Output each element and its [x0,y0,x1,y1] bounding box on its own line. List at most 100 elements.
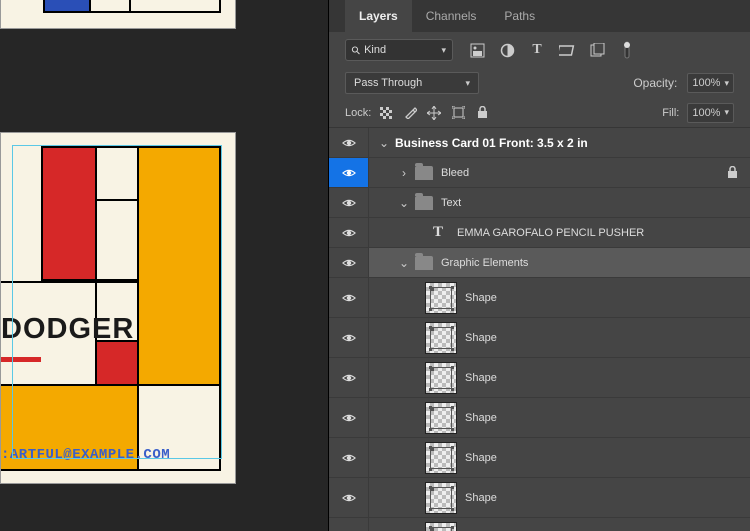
layer-row-type[interactable]: T EMMA GAROFALO PENCIL PUSHER [329,218,750,248]
layer-thumbnail[interactable] [425,322,457,354]
blend-row: Pass Through ▾ Opacity: 100% ▾ [329,68,750,98]
shape-rect [91,0,131,13]
layer-thumbnail[interactable] [425,482,457,514]
layer-name[interactable]: Shape [465,332,497,344]
layers-panel: Layers Channels Paths ⚲ Kind ▾ T [328,0,750,531]
lock-position-icon[interactable] [427,106,441,120]
chevron-down-icon: ▾ [724,78,729,89]
fill-value: 100% [692,107,720,119]
layer-filter-bar: ⚲ Kind ▾ T [329,32,750,68]
layer-row-shape[interactable]: Shape [329,398,750,438]
layer-name[interactable]: EMMA GAROFALO PENCIL PUSHER [457,227,644,239]
layer-thumbnail[interactable] [425,362,457,394]
layer-row-shape[interactable]: Shape [329,438,750,478]
filter-kind-dropdown[interactable]: ⚲ Kind ▾ [345,39,453,61]
chevron-down-icon: ▾ [465,78,470,89]
shape-rect [41,146,97,281]
visibility-toggle[interactable] [329,128,369,157]
expand-toggle[interactable]: › [397,166,411,180]
card-title-text[interactable]: DODGER [1,313,134,346]
chevron-down-icon: ▾ [441,45,446,56]
artboard-card-2[interactable]: DODGER :ARTFUL@EXAMPLE.COM [0,132,236,484]
filter-adjustment-icon[interactable] [499,42,515,58]
visibility-toggle[interactable] [329,248,369,277]
card-email-text[interactable]: :ARTFUL@EXAMPLE.COM [1,447,170,463]
filter-shape-icon[interactable] [559,42,575,58]
blend-mode-value: Pass Through [354,77,422,89]
panel-tabs: Layers Channels Paths [329,0,750,32]
lock-icon[interactable] [727,166,738,179]
collapse-toggle[interactable]: ⌄ [377,136,391,150]
filter-smartobject-icon[interactable] [589,42,605,58]
shape-rect [97,342,139,386]
layer-row-text-group[interactable]: ⌄ Text [329,188,750,218]
title-underline [1,357,41,362]
layer-name[interactable]: Shape [465,292,497,304]
layer-row-shape[interactable]: Shape [329,318,750,358]
layer-name[interactable]: Shape [465,452,497,464]
visibility-toggle[interactable] [329,438,369,477]
folder-icon [415,166,433,180]
artboard-card-1[interactable] [0,0,236,29]
shape-rect [97,146,139,201]
fill-input[interactable]: 100% ▾ [687,103,734,123]
visibility-toggle[interactable] [329,318,369,357]
layer-name[interactable]: Text [441,197,461,209]
layer-name[interactable]: Bleed [441,167,469,179]
folder-icon [415,256,433,270]
layer-row-shape[interactable]: Shape [329,358,750,398]
layer-tree: ⌄ Business Card 01 Front: 3.5 x 2 in › B… [329,128,750,531]
fill-label: Fill: [662,107,679,119]
layer-name[interactable]: Graphic Elements [441,257,528,269]
search-icon: ⚲ [349,43,364,58]
visibility-toggle[interactable] [329,398,369,437]
layer-thumbnail[interactable] [425,442,457,474]
tab-layers[interactable]: Layers [345,0,412,32]
visibility-toggle[interactable] [329,518,369,531]
layer-row-shape[interactable]: Shape [329,278,750,318]
layer-row-graphic-group[interactable]: ⌄ Graphic Elements [329,248,750,278]
lock-transparency-icon[interactable] [379,106,393,120]
shape-rect [139,146,221,386]
lock-artboard-icon[interactable] [451,106,465,120]
layer-row-bleed[interactable]: › Bleed [329,158,750,188]
filter-toggle-switch[interactable] [619,42,635,58]
lock-row: Lock: Fill: 100% ▾ [329,98,750,128]
shape-rect [97,201,139,281]
layer-row-shape[interactable]: Shape [329,478,750,518]
collapse-toggle[interactable]: ⌄ [397,196,411,210]
layer-thumbnail[interactable] [425,522,457,531]
tab-paths[interactable]: Paths [490,0,549,32]
collapse-toggle[interactable]: ⌄ [397,256,411,270]
shape-rect [131,0,221,13]
visibility-toggle[interactable] [329,218,369,247]
opacity-value: 100% [692,77,720,89]
blend-mode-dropdown[interactable]: Pass Through ▾ [345,72,479,94]
layer-name[interactable]: Shape [465,372,497,384]
visibility-toggle[interactable] [329,278,369,317]
lock-label: Lock: [345,107,371,119]
canvas-area[interactable]: DODGER :ARTFUL@EXAMPLE.COM [0,0,328,531]
opacity-label: Opacity: [633,76,677,90]
layer-name[interactable]: Shape [465,492,497,504]
layer-thumbnail[interactable] [425,402,457,434]
filter-type-icon[interactable]: T [529,42,545,58]
artboard-header-row[interactable]: ⌄ Business Card 01 Front: 3.5 x 2 in [329,128,750,158]
folder-icon [415,196,433,210]
layer-row-shape[interactable]: Shape [329,518,750,531]
filter-pixel-icon[interactable] [469,42,485,58]
lock-all-icon[interactable] [475,106,489,120]
tab-channels[interactable]: Channels [412,0,491,32]
layer-thumbnail[interactable] [425,282,457,314]
visibility-toggle[interactable] [329,358,369,397]
visibility-toggle[interactable] [329,188,369,217]
lock-pixels-icon[interactable] [403,106,417,120]
visibility-toggle[interactable] [329,158,369,187]
layer-name[interactable]: Shape [465,412,497,424]
opacity-input[interactable]: 100% ▾ [687,73,734,93]
artboard-name[interactable]: Business Card 01 Front: 3.5 x 2 in [395,136,588,150]
shape-rect [43,0,91,13]
visibility-toggle[interactable] [329,478,369,517]
filter-kind-label: Kind [364,44,386,56]
chevron-down-icon: ▾ [724,107,729,118]
